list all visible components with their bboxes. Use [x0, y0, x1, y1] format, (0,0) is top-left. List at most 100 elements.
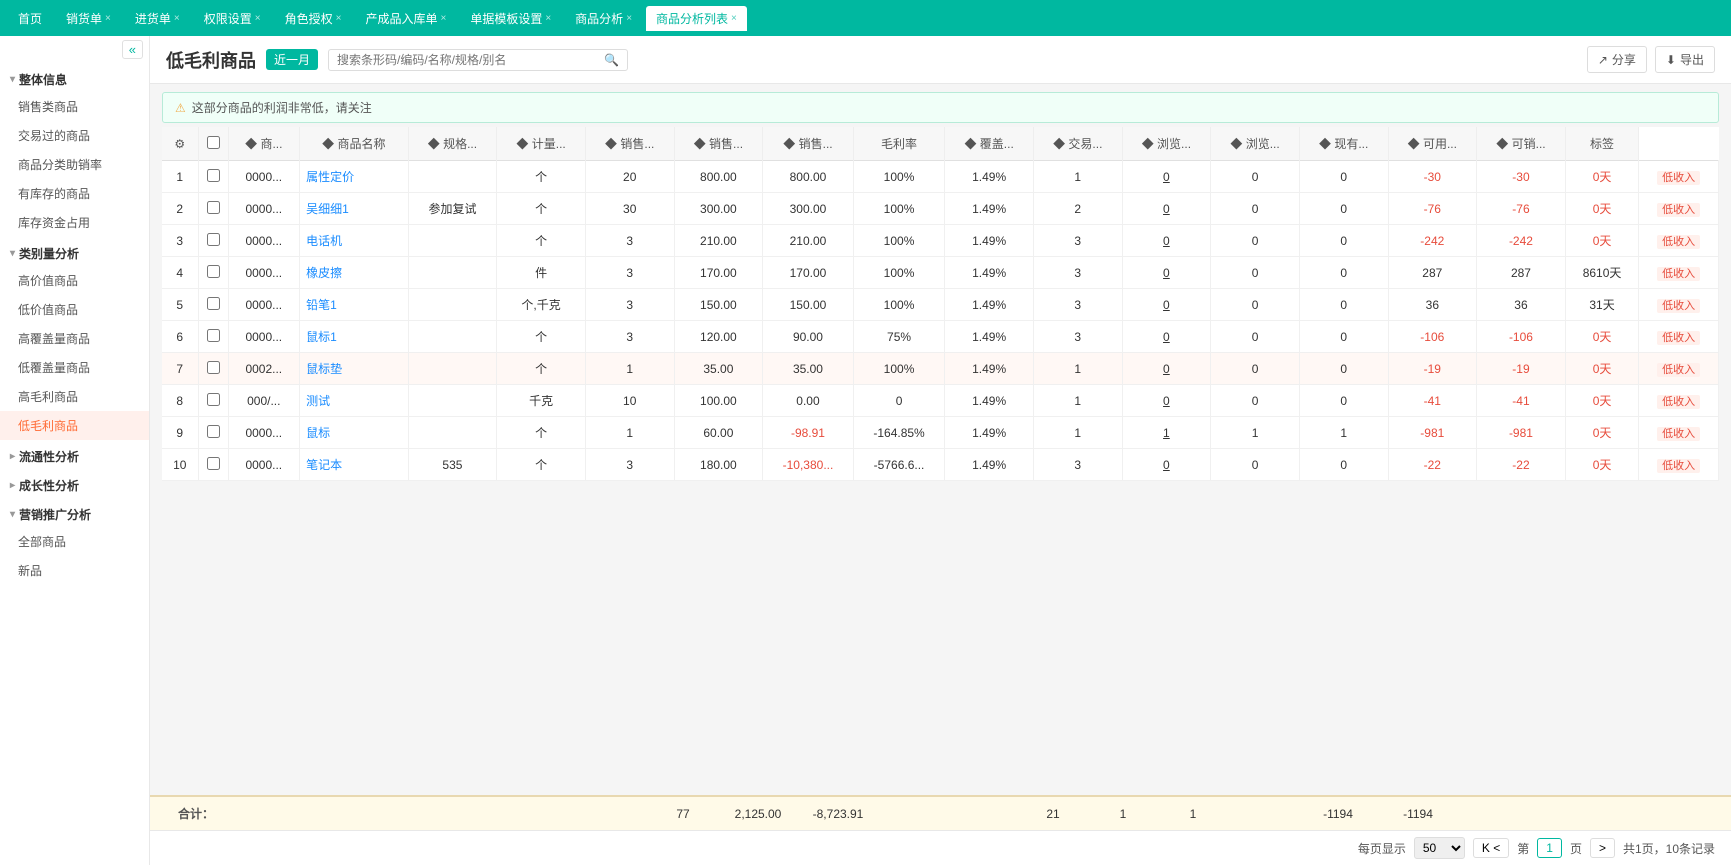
cell-name[interactable]: 测试 — [300, 385, 409, 417]
cell-sale2: 35.00 — [763, 353, 854, 385]
sidebar-item-sales-products[interactable]: 销售类商品 — [0, 92, 149, 121]
search-icon[interactable]: 🔍 — [604, 53, 619, 67]
th-unit: ◆ 计量... — [497, 127, 586, 161]
select-all-checkbox[interactable] — [207, 136, 220, 149]
cell-avail: -30 — [1477, 161, 1566, 193]
sidebar-item-traded-products[interactable]: 交易过的商品 — [0, 121, 149, 150]
cell-name[interactable]: 鼠标垫 — [300, 353, 409, 385]
sidebar-group-general[interactable]: ▾ 整体信息 — [0, 63, 149, 92]
cell-days: 0天 — [1565, 193, 1639, 225]
cell-view2: 0 — [1299, 225, 1388, 257]
row-checkbox[interactable] — [207, 425, 220, 438]
cell-check[interactable] — [198, 385, 228, 417]
sidebar-item-new-products[interactable]: 新品 — [0, 556, 149, 585]
row-checkbox[interactable] — [207, 265, 220, 278]
nav-close-roles[interactable]: × — [336, 13, 342, 24]
cell-name[interactable]: 笔记本 — [300, 449, 409, 481]
cell-sale1: 150.00 — [674, 289, 763, 321]
export-icon: ⬇ — [1666, 53, 1676, 67]
row-checkbox[interactable] — [207, 233, 220, 246]
sidebar-item-stock-capital[interactable]: 库存资金占用 — [0, 208, 149, 237]
per-page-select[interactable]: 50 100 200 — [1414, 837, 1465, 859]
sidebar-item-high-coverage[interactable]: 高覆盖量商品 — [0, 324, 149, 353]
cell-margin: 1.49% — [945, 449, 1034, 481]
nav-template[interactable]: 单据模板设置 × — [460, 6, 561, 31]
cell-name[interactable]: 鼠标 — [300, 417, 409, 449]
row-checkbox[interactable] — [207, 329, 220, 342]
row-checkbox[interactable] — [207, 169, 220, 182]
cell-sale2: 90.00 — [763, 321, 854, 353]
nav-product-entry[interactable]: 产成品入库单 × — [355, 6, 456, 31]
cell-view2: 0 — [1299, 289, 1388, 321]
cell-name[interactable]: 鼠标1 — [300, 321, 409, 353]
sidebar-item-low-coverage[interactable]: 低覆盖量商品 — [0, 353, 149, 382]
cell-check[interactable] — [198, 257, 228, 289]
footer-empty4 — [458, 807, 578, 821]
cell-trade: 0 — [1122, 161, 1211, 193]
nav-close-template[interactable]: × — [545, 13, 551, 24]
cell-name[interactable]: 属性定价 — [300, 161, 409, 193]
nav-close-sales[interactable]: × — [105, 13, 111, 24]
nav-product-analysis[interactable]: 商品分析 × — [565, 6, 642, 31]
cell-margin: 1.49% — [945, 385, 1034, 417]
cell-check[interactable] — [198, 193, 228, 225]
nav-close-permissions[interactable]: × — [255, 13, 261, 24]
nav-close-product-entry[interactable]: × — [440, 13, 446, 24]
cell-name[interactable]: 铅笔1 — [300, 289, 409, 321]
sidebar-item-low-value[interactable]: 低价值商品 — [0, 295, 149, 324]
sidebar-collapse-btn[interactable]: « — [122, 40, 143, 59]
cell-days: 31天 — [1565, 289, 1639, 321]
sidebar-group-growth[interactable]: ▸ 成长性分析 — [0, 469, 149, 498]
next-page-btn[interactable]: > — [1590, 838, 1615, 858]
nav-home[interactable]: 首页 — [8, 6, 52, 31]
cell-name[interactable]: 电话机 — [300, 225, 409, 257]
th-settings[interactable]: ⚙ — [162, 127, 198, 161]
nav-purchase[interactable]: 进货单 × — [125, 6, 190, 31]
row-checkbox[interactable] — [207, 201, 220, 214]
nav-roles[interactable]: 角色授权 × — [275, 6, 352, 31]
th-checkbox[interactable] — [198, 127, 228, 161]
cell-coverage: 3 — [1033, 321, 1122, 353]
cell-check[interactable] — [198, 417, 228, 449]
nav-permissions[interactable]: 权限设置 × — [194, 6, 271, 31]
row-checkbox[interactable] — [207, 361, 220, 374]
nav-product-analysis-list[interactable]: 商品分析列表 × — [646, 6, 747, 31]
nav-close-product-analysis-list[interactable]: × — [731, 13, 737, 24]
nav-close-purchase[interactable]: × — [174, 13, 180, 24]
sidebar-item-in-stock[interactable]: 有库存的商品 — [0, 179, 149, 208]
cell-check[interactable] — [198, 161, 228, 193]
cell-view1: 0 — [1211, 449, 1300, 481]
nav-close-product-analysis[interactable]: × — [626, 13, 632, 24]
cell-coverage: 2 — [1033, 193, 1122, 225]
row-checkbox[interactable] — [207, 393, 220, 406]
cell-trade: 0 — [1122, 193, 1211, 225]
sidebar-group-marketing[interactable]: ▾ 营销推广分析 — [0, 498, 149, 527]
footer-sale1: 2,125.00 — [718, 807, 798, 821]
sidebar-group-category[interactable]: ▾ 类别量分析 — [0, 237, 149, 266]
cell-check[interactable] — [198, 449, 228, 481]
time-filter-btn[interactable]: 近一月 — [266, 49, 318, 70]
cell-name[interactable]: 橡皮擦 — [300, 257, 409, 289]
cell-check[interactable] — [198, 321, 228, 353]
sidebar-item-high-margin[interactable]: 高毛利商品 — [0, 382, 149, 411]
cell-check[interactable] — [198, 225, 228, 257]
cell-name[interactable]: 吴细细1 — [300, 193, 409, 225]
sidebar-group-circulation[interactable]: ▸ 流通性分析 — [0, 440, 149, 469]
search-input[interactable] — [337, 53, 600, 67]
export-button[interactable]: ⬇ 导出 — [1655, 46, 1715, 73]
cell-check[interactable] — [198, 289, 228, 321]
row-checkbox[interactable] — [207, 457, 220, 470]
cell-tag: 低收入 — [1639, 193, 1719, 225]
sidebar-item-high-value[interactable]: 高价值商品 — [0, 266, 149, 295]
arrow-circulation: ▸ — [10, 451, 15, 462]
cell-check[interactable] — [198, 353, 228, 385]
nav-sales[interactable]: 销货单 × — [56, 6, 121, 31]
sidebar-item-all-products[interactable]: 全部商品 — [0, 527, 149, 556]
cell-trade: 0 — [1122, 225, 1211, 257]
sidebar-item-category-sales[interactable]: 商品分类助销率 — [0, 150, 149, 179]
share-button[interactable]: ↗ 分享 — [1587, 46, 1647, 73]
row-checkbox[interactable] — [207, 297, 220, 310]
cell-tag: 低收入 — [1639, 449, 1719, 481]
sidebar-item-low-margin[interactable]: 低毛利商品 — [0, 411, 149, 440]
prev-page-btn[interactable]: K < — [1473, 838, 1509, 858]
